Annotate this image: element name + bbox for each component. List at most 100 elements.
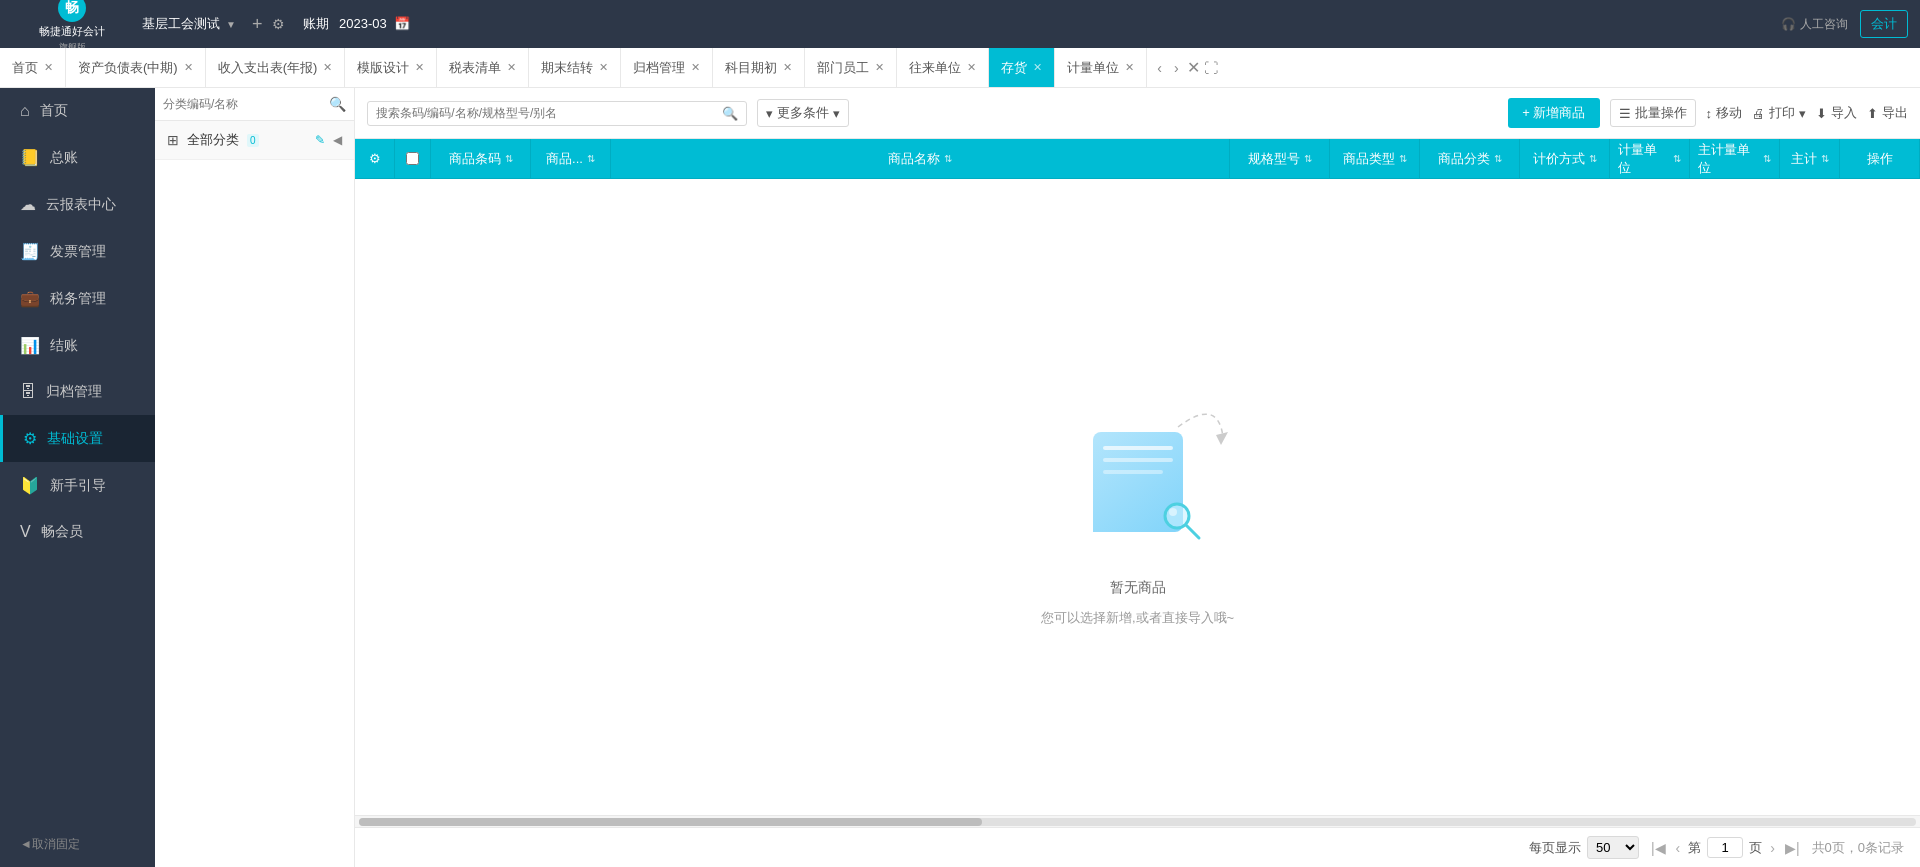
sort-icon: ⇅	[1589, 153, 1597, 164]
first-page-button[interactable]: |◀	[1649, 838, 1668, 858]
tab-close-icon[interactable]: ✕	[1125, 61, 1134, 74]
th-checkbox[interactable]	[395, 139, 431, 178]
sidebar-item-home[interactable]: ⌂ 首页	[0, 88, 155, 134]
category-count-badge: 0	[247, 134, 259, 147]
move-button[interactable]: ↕ 移动	[1706, 104, 1743, 122]
next-page-button[interactable]: ›	[1768, 838, 1777, 858]
tab-subject[interactable]: 科目期初 ✕	[713, 48, 805, 87]
th-price-method[interactable]: 计价方式 ⇅	[1520, 139, 1610, 178]
horizontal-scrollbar[interactable]	[355, 815, 1920, 827]
sidebar-item-reports[interactable]: ☁ 云报表中心	[0, 181, 155, 228]
page-input[interactable]	[1707, 837, 1743, 858]
th-col3[interactable]: 主计 ⇅	[1780, 139, 1840, 178]
sidebar-item-member[interactable]: V 畅会员	[0, 509, 155, 555]
tab-close-icon[interactable]: ✕	[44, 61, 53, 74]
account-button[interactable]: 会计	[1860, 10, 1908, 38]
main-layout: ⌂ 首页 📒 总账 ☁ 云报表中心 🧾 发票管理 💼 税务管理 📊 结账 🗄 归…	[0, 88, 1920, 867]
import-button[interactable]: ⬇ 导入	[1816, 104, 1857, 122]
settings-icon[interactable]: ⚙	[272, 16, 285, 32]
th-gear[interactable]: ⚙	[355, 139, 395, 178]
tab-home[interactable]: 首页 ✕	[0, 48, 66, 87]
per-page: 每页显示 50 10 20 100	[1529, 836, 1639, 859]
tab-close-icon[interactable]: ✕	[691, 61, 700, 74]
tab-close-icon[interactable]: ✕	[323, 61, 332, 74]
sidebar-label: 总账	[50, 149, 78, 167]
sort-icon: ⇅	[587, 153, 595, 164]
sidebar-item-close[interactable]: 📊 结账	[0, 322, 155, 369]
th-spec[interactable]: 规格型号 ⇅	[1230, 139, 1330, 178]
category-collapse-icon[interactable]: ◀	[333, 133, 342, 147]
tab-close-icon[interactable]: ✕	[783, 61, 792, 74]
add-product-button[interactable]: + 新增商品	[1508, 98, 1599, 128]
headset-icon: 🎧	[1781, 17, 1796, 31]
empty-doc	[1093, 432, 1183, 532]
print-button[interactable]: 🖨 打印 ▾	[1752, 104, 1806, 122]
prev-page-button[interactable]: ‹	[1674, 838, 1683, 858]
tab-dept[interactable]: 部门员工 ✕	[805, 48, 897, 87]
scrollbar-track[interactable]	[359, 818, 1916, 826]
service-label: 人工咨询	[1800, 16, 1848, 33]
th-category[interactable]: 商品分类 ⇅	[1420, 139, 1520, 178]
invoice-icon: 🧾	[20, 242, 40, 261]
org-dropdown-icon[interactable]: ▼	[226, 19, 236, 30]
category-search-row: 🔍	[155, 88, 354, 121]
expand-tabs-button[interactable]: ⛶	[1204, 60, 1218, 76]
sidebar-item-settings[interactable]: ⚙ 基础设置	[0, 415, 155, 462]
tab-next-button[interactable]: ›	[1170, 58, 1183, 78]
sort-icon: ⇅	[1494, 153, 1502, 164]
filter-icon: ▾	[766, 106, 773, 121]
category-search-icon[interactable]: 🔍	[329, 96, 346, 112]
th-main-unit[interactable]: 主计量单位 ⇅	[1690, 139, 1780, 178]
sidebar-item-tax[interactable]: 💼 税务管理	[0, 275, 155, 322]
category-panel: 🔍 ⊞ 全部分类 0 ✎ ◀	[155, 88, 355, 867]
category-search-input[interactable]	[163, 97, 323, 111]
service-button[interactable]: 🎧 人工咨询	[1781, 16, 1848, 33]
empty-doc-wrapper	[1093, 432, 1183, 532]
tab-close-icon[interactable]: ✕	[967, 61, 976, 74]
tab-close-icon[interactable]: ✕	[1033, 61, 1042, 74]
tab-tax[interactable]: 税表清单 ✕	[437, 48, 529, 87]
th-barcode[interactable]: 商品条码 ⇅	[431, 139, 531, 178]
tab-measure[interactable]: 计量单位 ✕	[1055, 48, 1147, 87]
tab-contacts[interactable]: 往来单位 ✕	[897, 48, 989, 87]
calendar-icon[interactable]: 📅	[394, 16, 410, 31]
add-tab-button[interactable]: +	[252, 14, 263, 35]
tab-close-icon[interactable]: ✕	[599, 61, 608, 74]
tab-archive[interactable]: 归档管理 ✕	[621, 48, 713, 87]
th-name[interactable]: 商品名称 ⇅	[611, 139, 1230, 178]
th-unit[interactable]: 计量单位 ⇅	[1610, 139, 1690, 178]
sidebar-item-guide[interactable]: 🔰 新手引导	[0, 462, 155, 509]
filter-button[interactable]: ▾ 更多条件 ▾	[757, 99, 849, 127]
svg-marker-0	[1216, 432, 1228, 445]
tab-prev-button[interactable]: ‹	[1153, 58, 1166, 78]
tab-close-icon[interactable]: ✕	[875, 61, 884, 74]
scrollbar-thumb[interactable]	[359, 818, 982, 826]
sidebar-item-ledger[interactable]: 📒 总账	[0, 134, 155, 181]
tab-close-icon[interactable]: ✕	[184, 61, 193, 74]
batch-icon: ☰	[1619, 106, 1631, 121]
close-all-tabs-button[interactable]: ✕	[1187, 58, 1200, 77]
tab-income[interactable]: 收入支出表(年报) ✕	[206, 48, 346, 87]
tab-close-icon[interactable]: ✕	[507, 61, 516, 74]
sidebar-item-archive[interactable]: 🗄 归档管理	[0, 369, 155, 415]
category-all-item[interactable]: ⊞ 全部分类 0 ✎ ◀	[155, 121, 354, 160]
export-button[interactable]: ⬆ 导出	[1867, 104, 1908, 122]
unpin-button[interactable]: ◄取消固定	[0, 822, 155, 867]
tab-period-close[interactable]: 期末结转 ✕	[529, 48, 621, 87]
category-edit-icon[interactable]: ✎	[315, 133, 325, 147]
batch-label: 批量操作	[1635, 104, 1687, 122]
search-icon[interactable]: 🔍	[722, 106, 738, 121]
tab-close-icon[interactable]: ✕	[415, 61, 424, 74]
tab-inventory[interactable]: 存货 ✕	[989, 48, 1055, 87]
sidebar-item-invoice[interactable]: 🧾 发票管理	[0, 228, 155, 275]
tab-balance[interactable]: 资产负债表(中期) ✕	[66, 48, 206, 87]
per-page-select[interactable]: 50 10 20 100	[1587, 836, 1639, 859]
th-code[interactable]: 商品... ⇅	[531, 139, 611, 178]
select-all-checkbox[interactable]	[406, 152, 419, 165]
batch-button[interactable]: ☰ 批量操作	[1610, 99, 1696, 127]
product-search-input[interactable]	[376, 106, 716, 120]
last-page-button[interactable]: ▶|	[1783, 838, 1802, 858]
th-type[interactable]: 商品类型 ⇅	[1330, 139, 1420, 178]
tax-icon: 💼	[20, 289, 40, 308]
tab-template[interactable]: 模版设计 ✕	[345, 48, 437, 87]
